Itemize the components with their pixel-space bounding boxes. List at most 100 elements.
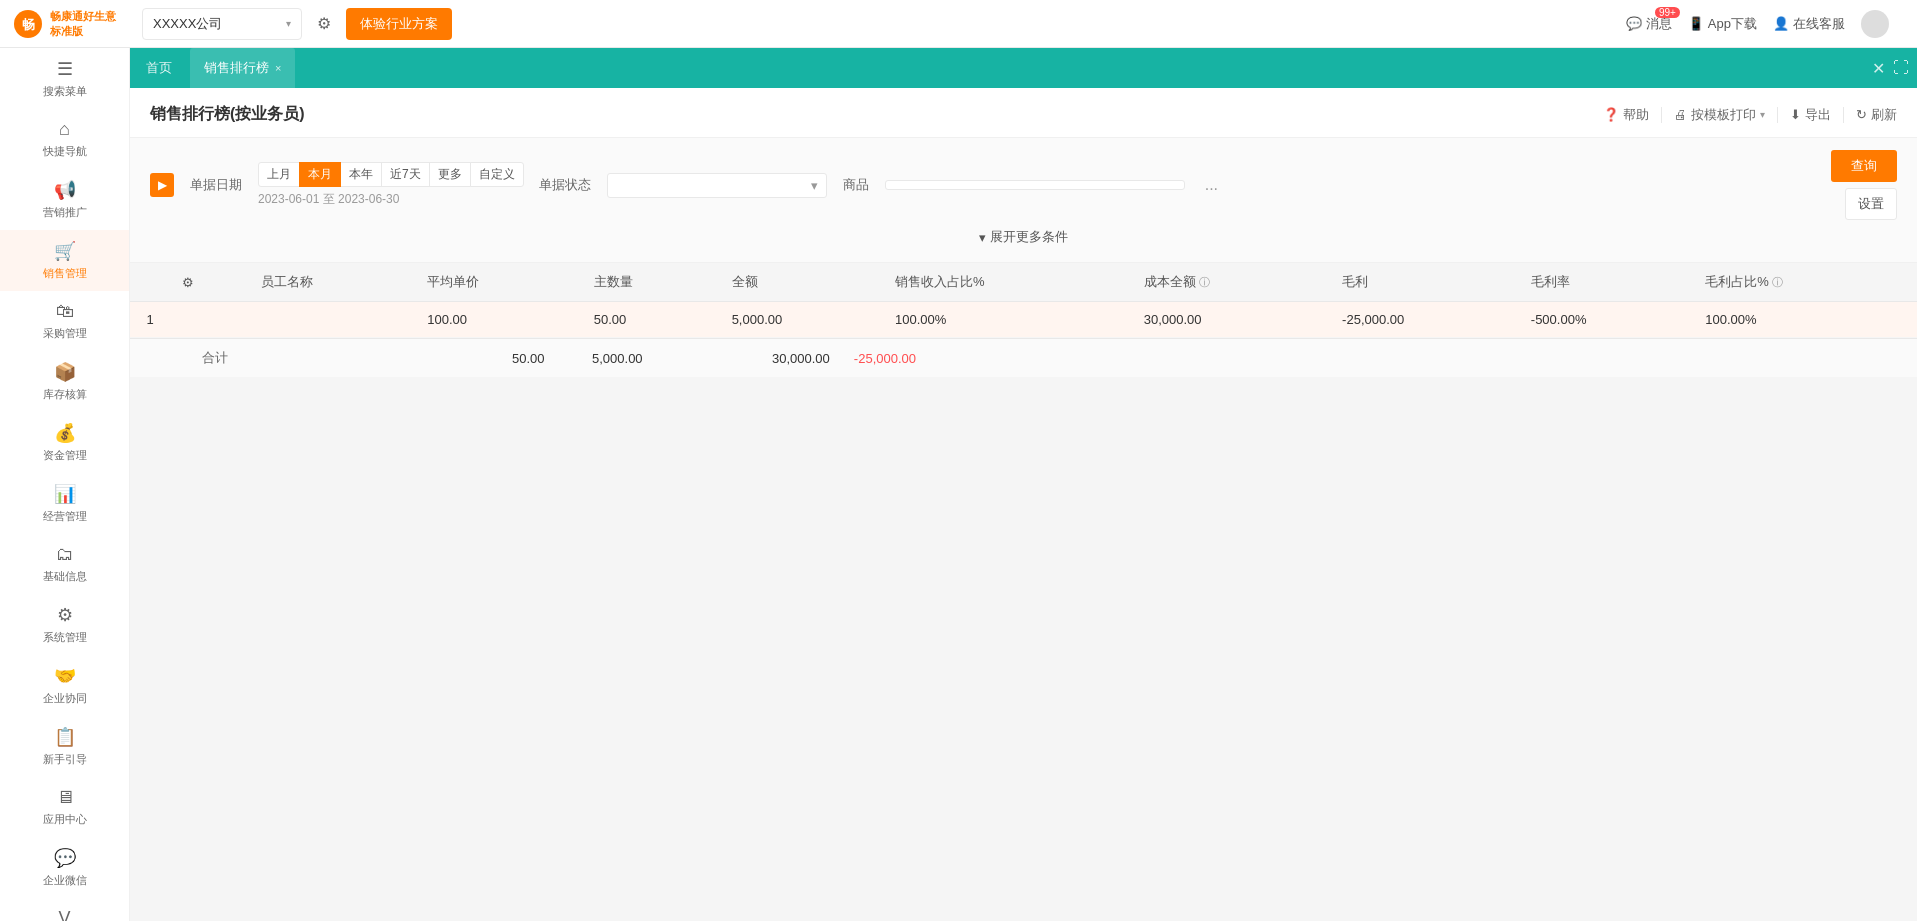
more-conditions-button[interactable]: ▾ 展开更多条件 [979,228,1068,246]
purchase-icon: 🛍 [56,301,74,322]
date-btn-4[interactable]: 更多 [429,162,471,187]
th-settings[interactable]: ⚙ [170,263,249,302]
date-btn-1[interactable]: 本月 [299,162,341,187]
sidebar: ☰搜索菜单⌂快捷导航📢营销推广🛒销售管理 🛍 采购管理 📦库存核算💰资金管理📊经营管理… [0,48,130,921]
industry-button[interactable]: 体验行业方案 [346,8,452,40]
app-download-button[interactable]: 📱 App下载 [1688,15,1757,33]
quick-nav-icon: ⌂ [59,119,70,140]
sidebar-item-operations[interactable]: 📊经营管理 [0,473,129,534]
topbar-settings-button[interactable]: ⚙ [310,10,338,38]
help-icon: ❓ [1603,107,1619,122]
sidebar-item-app-center[interactable]: 🖥应用中心 [0,777,129,837]
goods-filter-label: 商品 [843,176,869,194]
beginner-icon: 📋 [54,726,76,748]
content-area: 首页 销售排行榜 × ✕ ⛶ 销售排行榜(按业务员) [130,48,1917,921]
tab-bar: 首页 销售排行榜 × ✕ ⛶ [130,48,1917,88]
tab-close-icon[interactable]: × [275,62,281,74]
app-center-label: 应用中心 [43,812,87,827]
footer-main-qty: 50.00 [500,351,580,366]
member-icon: V [58,908,70,921]
sidebar-item-beginner[interactable]: 📋 新手引导 [0,716,129,777]
sidebar-item-quick-nav[interactable]: ⌂快捷导航 [0,109,129,169]
tab-close-button[interactable]: ✕ [1872,59,1885,78]
help-button[interactable]: ❓ 帮助 [1603,106,1649,124]
operations-label: 经营管理 [43,509,87,524]
marketing-label: 营销推广 [43,205,87,220]
info-icon-gross_ratio[interactable]: ⓘ [1772,276,1783,288]
th-gross_profit: 毛利 [1330,263,1519,302]
th-avg_price: 平均单价 [415,263,581,302]
page-content: 销售排行榜(按业务员) ❓ 帮助 🖨 按模板打印 ▾ [130,88,1917,921]
service-icon: 👤 [1773,16,1789,31]
download-icon: 📱 [1688,16,1704,31]
data-table: ⚙员工名称平均单价主数量全额销售收入占比%成本全额 ⓘ毛利毛利率毛利占比% ⓘ … [130,263,1917,338]
th-cost_total: 成本全额 ⓘ [1132,263,1330,302]
sidebar-item-member[interactable]: V畅会员 [0,898,129,921]
avatar[interactable] [1861,10,1889,38]
footer-total-amount: 5,000.00 [580,351,660,366]
th-rank [130,263,170,302]
sidebar-item-marketing[interactable]: 📢营销推广 [0,169,129,230]
th-sales_ratio: 销售收入占比% [883,263,1132,302]
enterprise-icon: 🤝 [54,665,76,687]
divider2 [1777,107,1778,123]
base-info-icon: 🗂 [56,544,74,565]
query-button[interactable]: 查询 [1831,150,1897,182]
sidebar-item-finance[interactable]: 💰资金管理 [0,412,129,473]
system-icon: ⚙ [57,604,73,626]
sidebar-item-enterprise[interactable]: 🤝 企业协同 [0,655,129,716]
filter-toggle-button[interactable]: ▶ [150,173,174,197]
th-gross_ratio: 毛利占比% ⓘ [1693,263,1917,302]
tab-home[interactable]: 首页 [130,48,188,88]
cell-avg_price-0: 100.00 [415,302,581,338]
finance-label: 资金管理 [43,448,87,463]
more-fields-button[interactable]: ... [1201,176,1222,194]
search-order-icon: ☰ [57,58,73,80]
filter-row-1: ▶ 单据日期 上月本月本年近7天更多自定义 2023-06-01 至 2023-… [150,150,1897,220]
sidebar-item-purchase[interactable]: 🛍 采购管理 [0,291,129,351]
enterprise-label: 企业协同 [43,691,87,706]
system-label: 系统管理 [43,630,87,645]
export-button[interactable]: ⬇ 导出 [1790,106,1831,124]
messages-badge: 99+ [1655,7,1680,18]
messages-button[interactable]: 💬 消息 99+ [1626,15,1672,33]
refresh-button[interactable]: ↻ 刷新 [1856,106,1897,124]
cell-total_amount-0: 5,000.00 [720,302,883,338]
print-dropdown-icon: ▾ [1760,109,1765,120]
sidebar-item-search-order[interactable]: ☰搜索菜单 [0,48,129,109]
sidebar-item-inventory[interactable]: 📦库存核算 [0,351,129,412]
online-service-button[interactable]: 👤 在线客服 [1773,15,1845,33]
info-icon-cost_total[interactable]: ⓘ [1199,276,1210,288]
print-button[interactable]: 🖨 按模板打印 ▾ [1674,106,1765,124]
footer-cost-total: 30,000.00 [760,351,842,366]
tab-sales-ranking[interactable]: 销售排行榜 × [190,48,295,88]
divider3 [1843,107,1844,123]
sidebar-item-enterprise-wechat[interactable]: 💬企业微信 [0,837,129,898]
date-btn-5[interactable]: 自定义 [470,162,524,187]
print-icon: 🖨 [1674,107,1687,122]
company-name: XXXXX公司 [153,15,280,33]
status-select[interactable]: ▾ [607,173,827,198]
logo-icon: 畅 [12,8,44,40]
page-title: 销售排行榜(按业务员) [150,104,305,125]
page-inner: 销售排行榜(按业务员) ❓ 帮助 🖨 按模板打印 ▾ [130,88,1917,377]
filter-action-buttons: 查询 设置 [1831,150,1897,220]
sidebar-item-system[interactable]: ⚙ 系统管理 [0,594,129,655]
date-btn-0[interactable]: 上月 [258,162,300,187]
footer-gross-profit: -25,000.00 [842,351,928,366]
beginner-label: 新手引导 [43,752,87,767]
sidebar-item-base-info[interactable]: 🗂基础信息 [0,534,129,594]
sidebar-item-sales[interactable]: 🛒销售管理 [0,230,129,291]
settings-small-button[interactable]: 设置 [1845,188,1897,220]
tab-maximize-button[interactable]: ⛶ [1893,59,1909,77]
chevron-down-filter-icon: ▾ [979,230,986,245]
enterprise-wechat-icon: 💬 [54,847,76,869]
company-selector[interactable]: XXXXX公司 ▾ [142,8,302,40]
sales-icon: 🛒 [54,240,76,262]
header-actions: ❓ 帮助 🖨 按模板打印 ▾ ⬇ [1603,106,1897,124]
purchase-label: 采购管理 [43,326,87,341]
cell-gross_profit-0: -25,000.00 [1330,302,1519,338]
date-btn-2[interactable]: 本年 [340,162,382,187]
goods-input[interactable] [885,180,1185,190]
date-btn-3[interactable]: 近7天 [381,162,430,187]
